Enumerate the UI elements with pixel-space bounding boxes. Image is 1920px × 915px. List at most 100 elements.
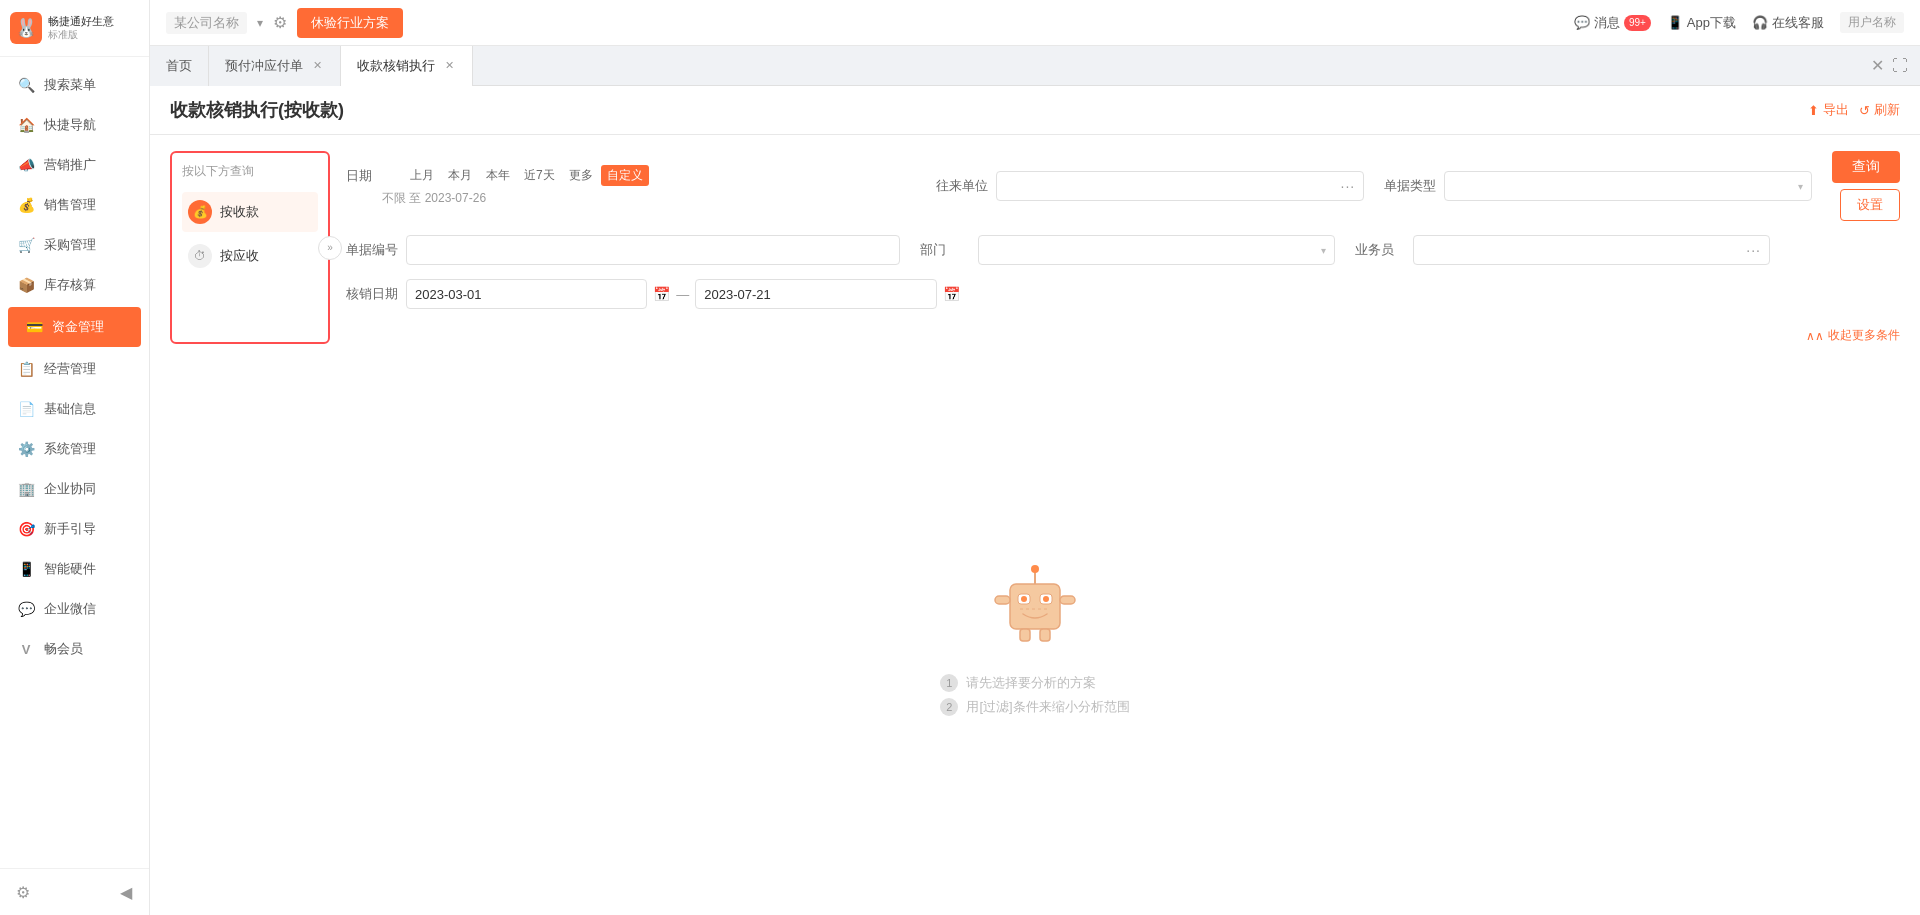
tab-close-receivables[interactable]: ✕ (443, 57, 456, 74)
dept-label: 部门 (920, 241, 970, 259)
step-2-number: 2 (940, 698, 958, 716)
empty-state: 1 请先选择要分析的方案 2 用[过滤]条件来缩小分析范围 (150, 360, 1920, 915)
query-button[interactable]: 查询 (1832, 151, 1900, 183)
basic-info-icon: 📄 (16, 399, 36, 419)
tab-close-prepay[interactable]: ✕ (311, 57, 324, 74)
maximize-icon[interactable]: ⛶ (1892, 57, 1908, 75)
filter-option-receivable-label: 按应收 (220, 247, 259, 265)
operations-icon: 📋 (16, 359, 36, 379)
dropdown-arrow-icon[interactable]: ▾ (257, 16, 263, 30)
sidebar-item-label: 畅会员 (44, 640, 83, 658)
filter-row-3: 核销日期 📅 — 📅 (346, 279, 1900, 309)
sidebar-item-label: 企业微信 (44, 600, 96, 618)
doc-type-select[interactable]: ▾ (1444, 171, 1812, 201)
member-icon: V (16, 639, 36, 659)
logo-icon: 🐰 (10, 12, 42, 44)
topbar: 某公司名称 ▾ ⚙ 休验行业方案 💬 消息 99+ 📱 App下载 🎧 在线客服… (150, 0, 1920, 46)
filter-panel-toggle[interactable]: » (318, 236, 342, 260)
app-download-button[interactable]: 📱 App下载 (1667, 14, 1736, 32)
date-tabs: 上月 本月 本年 近7天 更多 自定义 (404, 165, 649, 186)
filter-option-by-receivable[interactable]: ⏱ 按应收 (182, 236, 318, 276)
topbar-gear-icon[interactable]: ⚙ (273, 13, 287, 32)
doc-no-field: 单据编号 (346, 235, 900, 265)
sales-icon: 💰 (16, 195, 36, 215)
finance-icon: 💳 (24, 317, 44, 337)
settings-icon[interactable]: ⚙ (8, 877, 38, 907)
collapse-button[interactable]: ∧∧ 收起更多条件 (1806, 327, 1900, 344)
sidebar-item-finance[interactable]: 💳 资金管理 (8, 307, 141, 347)
marketing-icon: 📣 (16, 155, 36, 175)
sidebar-item-marketing[interactable]: 📣 营销推广 (0, 145, 149, 185)
sidebar-item-guide[interactable]: 🎯 新手引导 (0, 509, 149, 549)
sidebar-item-label: 资金管理 (52, 318, 104, 336)
tabbar-right: ✕ ⛶ (1871, 56, 1920, 75)
counterparty-ellipsis[interactable]: ··· (1341, 178, 1356, 194)
calendar-start-icon[interactable]: 📅 (653, 286, 670, 302)
cooperation-icon: 🏢 (16, 479, 36, 499)
tab-prepay[interactable]: 预付冲应付单 ✕ (209, 46, 341, 86)
sidebar-item-hardware[interactable]: 📱 智能硬件 (0, 549, 149, 589)
calendar-end-icon[interactable]: 📅 (943, 286, 960, 302)
sidebar-item-label: 企业协同 (44, 480, 96, 498)
step-1-text: 请先选择要分析的方案 (966, 674, 1096, 692)
empty-step-1: 1 请先选择要分析的方案 (940, 674, 1129, 692)
sidebar-item-wechat[interactable]: 💬 企业微信 (0, 589, 149, 629)
main-content: 某公司名称 ▾ ⚙ 休验行业方案 💬 消息 99+ 📱 App下载 🎧 在线客服… (150, 0, 1920, 915)
date-tab-more[interactable]: 更多 (563, 165, 599, 186)
sidebar-item-purchase[interactable]: 🛒 采购管理 (0, 225, 149, 265)
sidebar-item-quick-nav[interactable]: 🏠 快捷导航 (0, 105, 149, 145)
sidebar-item-basic-info[interactable]: 📄 基础信息 (0, 389, 149, 429)
sidebar-item-label: 采购管理 (44, 236, 96, 254)
date-tab-custom[interactable]: 自定义 (601, 165, 649, 186)
page-header-actions: ⬆ 导出 ↺ 刷新 (1808, 101, 1900, 119)
dept-select[interactable]: ▾ (978, 235, 1335, 265)
tab-receivables[interactable]: 收款核销执行 ✕ (341, 46, 473, 86)
sidebar-item-operations[interactable]: 📋 经营管理 (0, 349, 149, 389)
sidebar-item-system[interactable]: ⚙️ 系统管理 (0, 429, 149, 469)
page-title-row: 收款核销执行(按收款) ⬆ 导出 ↺ 刷新 (170, 98, 1900, 122)
date-tab-last-month[interactable]: 上月 (404, 165, 440, 186)
tab-home[interactable]: 首页 (150, 46, 209, 86)
page-header: 收款核销执行(按收款) ⬆ 导出 ↺ 刷新 (150, 86, 1920, 135)
empty-step-2: 2 用[过滤]条件来缩小分析范围 (940, 698, 1129, 716)
verify-date-start[interactable] (406, 279, 647, 309)
close-tab-icon[interactable]: ✕ (1871, 56, 1884, 75)
industry-solution-button[interactable]: 休验行业方案 (297, 8, 403, 38)
staff-label: 业务员 (1355, 241, 1405, 259)
sidebar-item-label: 销售管理 (44, 196, 96, 214)
step-1-number: 1 (940, 674, 958, 692)
refresh-button[interactable]: ↺ 刷新 (1859, 101, 1900, 119)
sidebar-item-member[interactable]: V 畅会员 (0, 629, 149, 669)
date-tab-this-year[interactable]: 本年 (480, 165, 516, 186)
sidebar-item-inventory[interactable]: 📦 库存核算 (0, 265, 149, 305)
online-service-button[interactable]: 🎧 在线客服 (1752, 14, 1824, 32)
chevron-down-icon: ▾ (1321, 245, 1326, 256)
message-button[interactable]: 💬 消息 99+ (1574, 14, 1651, 32)
sidebar-item-sales[interactable]: 💰 销售管理 (0, 185, 149, 225)
sidebar-item-cooperation[interactable]: 🏢 企业协同 (0, 469, 149, 509)
user-info[interactable]: 用户名称 (1840, 12, 1904, 33)
date-tab-7days[interactable]: 近7天 (518, 165, 561, 186)
sidebar-item-label: 快捷导航 (44, 116, 96, 134)
tab-prepay-label: 预付冲应付单 (225, 57, 303, 75)
date-no-limit: 不限 至 2023-07-26 (382, 191, 486, 205)
counterparty-input[interactable]: ··· (996, 171, 1364, 201)
doc-no-label: 单据编号 (346, 241, 398, 259)
staff-ellipsis[interactable]: ··· (1746, 242, 1761, 258)
action-buttons: 查询 设置 (1832, 151, 1900, 221)
date-separator: — (676, 287, 689, 302)
export-icon: ⬆ (1808, 103, 1819, 118)
verify-date-end[interactable] (695, 279, 936, 309)
sidebar-item-search[interactable]: 🔍 搜索菜单 (0, 65, 149, 105)
staff-input[interactable]: ··· (1413, 235, 1770, 265)
settings-button[interactable]: 设置 (1840, 189, 1900, 221)
date-tab-this-month[interactable]: 本月 (442, 165, 478, 186)
page-title: 收款核销执行(按收款) (170, 98, 344, 122)
collapse-sidebar-icon[interactable]: ◀ (111, 877, 141, 907)
wechat-icon: 💬 (16, 599, 36, 619)
doc-no-input[interactable] (406, 235, 900, 265)
filter-option-by-receipt[interactable]: 💰 按收款 (182, 192, 318, 232)
topbar-left: 某公司名称 ▾ ⚙ 休验行业方案 (166, 8, 403, 38)
sidebar: 🐰 畅捷通好生意 标准版 🔍 搜索菜单 🏠 快捷导航 📣 营销推广 💰 销售管理… (0, 0, 150, 915)
export-button[interactable]: ⬆ 导出 (1808, 101, 1849, 119)
